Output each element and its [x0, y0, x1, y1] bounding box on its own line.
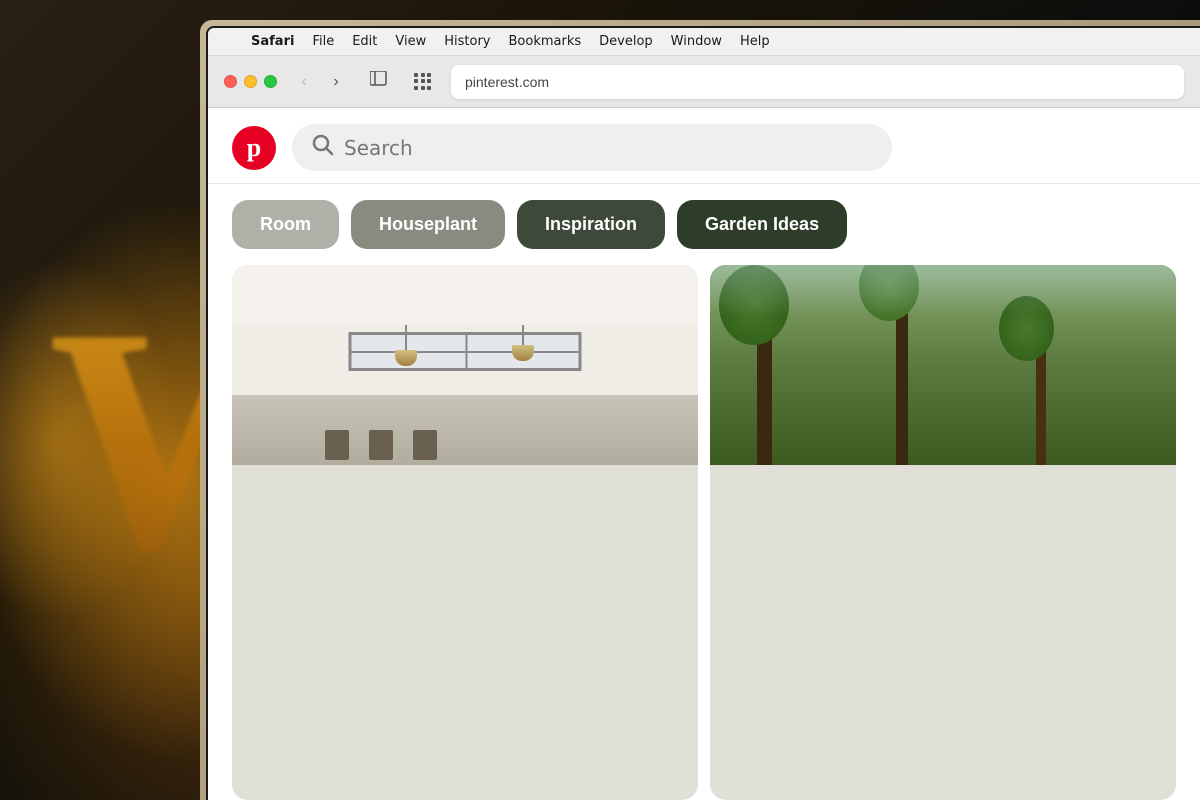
category-pill-room[interactable]: Room [232, 200, 339, 249]
search-placeholder-text: Search [344, 136, 413, 160]
category-pill-inspiration[interactable]: Inspiration [517, 200, 665, 249]
tab-grid-button[interactable] [407, 69, 439, 95]
bookmarks-menu-item[interactable]: Bookmarks [502, 32, 589, 51]
develop-menu-item[interactable]: Develop [592, 32, 660, 51]
nature-scene [710, 265, 1176, 465]
sidebar-icon [370, 71, 388, 92]
sidebar-toggle-button[interactable] [363, 69, 395, 95]
navigation-buttons: ‹ › [289, 69, 351, 95]
pinterest-logo-letter: p [247, 133, 261, 163]
history-menu-item[interactable]: History [437, 32, 497, 51]
browser-screen: Safari File Edit View History Bookmarks … [208, 28, 1200, 800]
kitchen-counter [232, 395, 698, 465]
minimize-button[interactable] [244, 75, 257, 88]
tab-grid-icon [414, 73, 432, 91]
forward-icon: › [333, 73, 338, 91]
window-menu-item[interactable]: Window [664, 32, 729, 51]
back-button[interactable]: ‹ [289, 69, 319, 95]
browser-toolbar: ‹ › [208, 56, 1200, 108]
menu-bar: Safari File Edit View History Bookmarks … [208, 28, 1200, 56]
category-row: Room Houseplant Inspiration Garden Ideas [208, 184, 1200, 265]
category-pill-garden-ideas[interactable]: Garden Ideas [677, 200, 847, 249]
traffic-lights [224, 75, 277, 88]
content-area: p Search Room Hou [208, 108, 1200, 800]
safari-menu-item[interactable]: Safari [244, 32, 301, 51]
pin-card-nature[interactable] [710, 265, 1176, 800]
address-bar[interactable] [451, 65, 1184, 99]
file-menu-item[interactable]: File [305, 32, 341, 51]
help-menu-item[interactable]: Help [733, 32, 777, 51]
pin-image-nature [710, 265, 1176, 465]
forward-button[interactable]: › [321, 69, 351, 95]
kitchen-scene [232, 265, 698, 465]
pinterest-header: p Search [208, 108, 1200, 184]
kitchen-window [349, 332, 582, 371]
search-icon [312, 134, 334, 161]
close-button[interactable] [224, 75, 237, 88]
laptop-frame: Safari File Edit View History Bookmarks … [200, 20, 1200, 800]
pin-card-kitchen[interactable] [232, 265, 698, 800]
maximize-button[interactable] [264, 75, 277, 88]
kitchen-wall [232, 325, 698, 395]
search-bar[interactable]: Search [292, 124, 892, 171]
back-icon: ‹ [301, 73, 306, 91]
apple-menu-item[interactable] [220, 40, 234, 44]
edit-menu-item[interactable]: Edit [345, 32, 384, 51]
pin-image-kitchen [232, 265, 698, 465]
pinterest-logo[interactable]: p [232, 126, 276, 170]
pins-grid [208, 265, 1200, 800]
kitchen-ceiling [232, 265, 698, 325]
screen-bezel: Safari File Edit View History Bookmarks … [206, 26, 1200, 800]
view-menu-item[interactable]: View [388, 32, 433, 51]
category-pill-houseplant[interactable]: Houseplant [351, 200, 505, 249]
